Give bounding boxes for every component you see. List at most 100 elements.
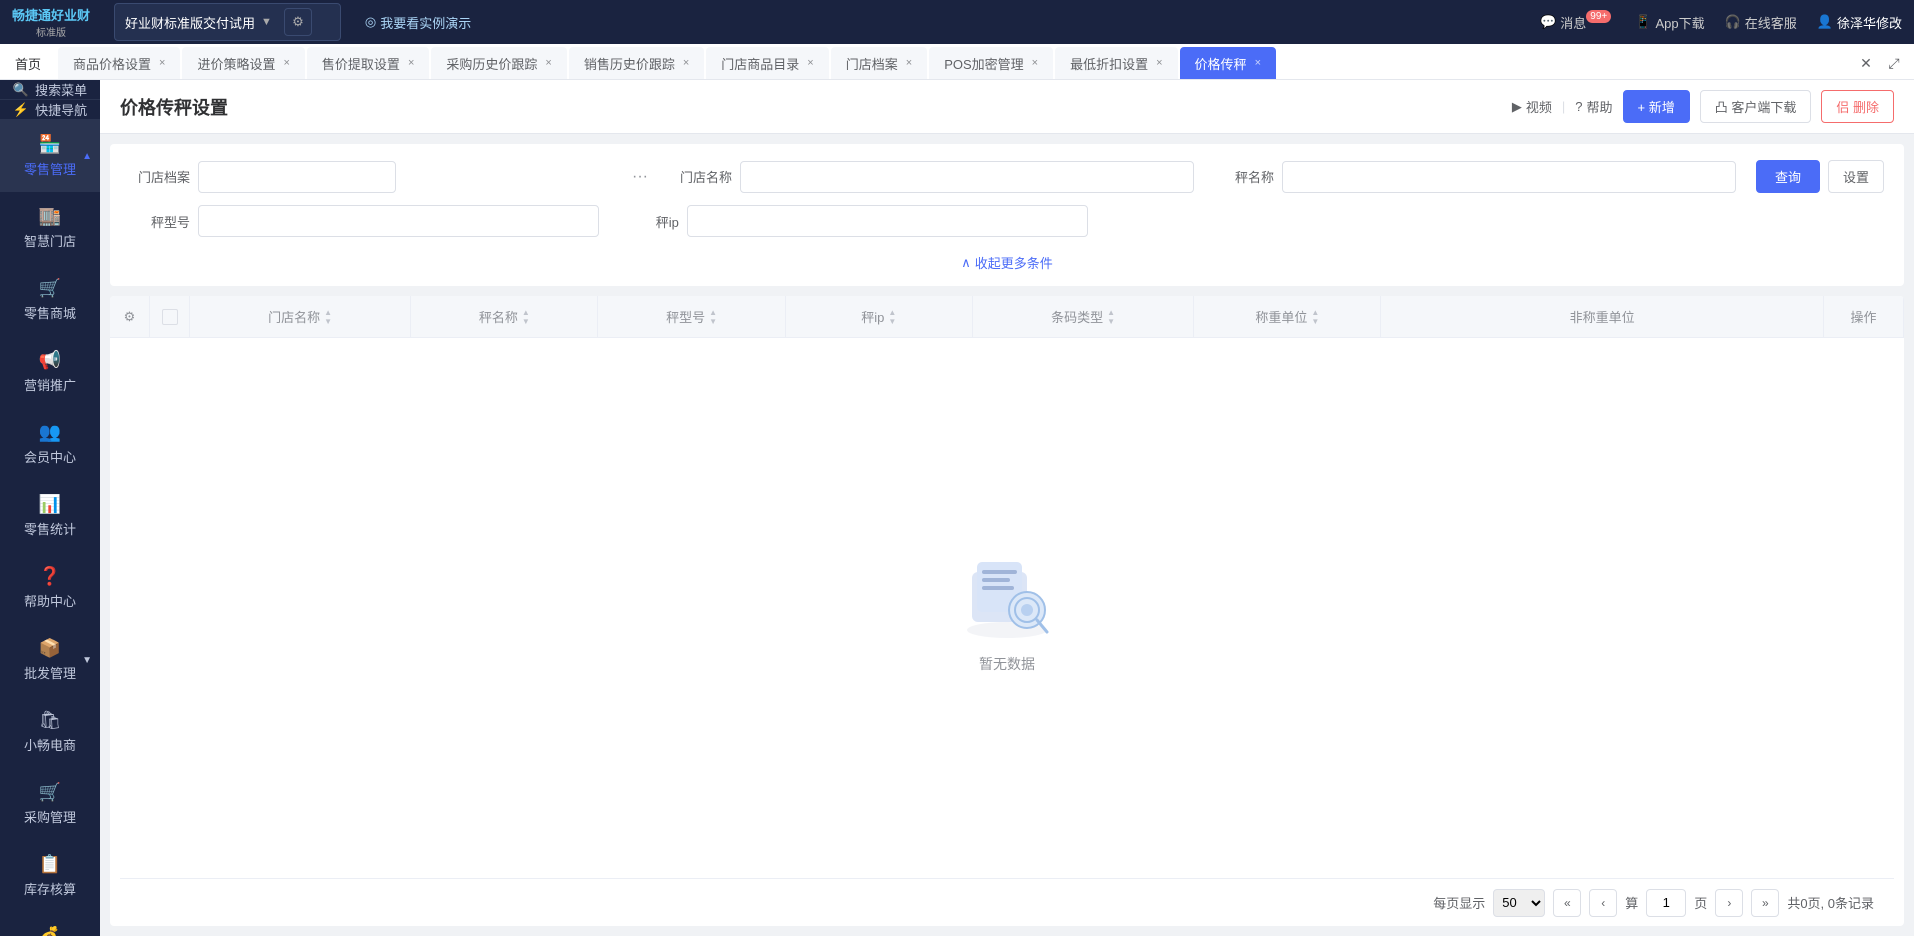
sidebar-item-smart-store[interactable]: 🏬 智慧门店	[0, 192, 100, 264]
ellipsis-button[interactable]: ···	[632, 168, 648, 186]
page-number-input[interactable]	[1646, 889, 1686, 917]
sidebar-item-label: 零售管理	[24, 159, 76, 178]
app-subtitle: 标准版	[36, 24, 66, 39]
sidebar-nav-label: 快捷导航	[35, 100, 87, 119]
th-weight-unit[interactable]: 称重单位 ▲▼	[1194, 296, 1381, 337]
tab-sale-price[interactable]: 售价提取设置 ×	[307, 47, 429, 79]
demo-link[interactable]: ◎ 我要看实例演示	[365, 13, 471, 32]
tab-close-icon[interactable]: ×	[906, 57, 912, 69]
version-label: 好业财标准版交付试用	[125, 13, 255, 32]
tab-close-icon[interactable]: ×	[408, 57, 414, 69]
finance-icon: 💰	[39, 926, 61, 936]
collapse-button[interactable]: ∧ 收起更多条件	[961, 253, 1053, 272]
per-page-select[interactable]: 50 10 20 100	[1493, 889, 1545, 917]
filter-store-file-input[interactable]	[198, 161, 396, 193]
tab-product-price[interactable]: 商品价格设置 ×	[58, 47, 180, 79]
tab-price-scale[interactable]: 价格传秤 ×	[1180, 47, 1276, 79]
tab-purchase-history[interactable]: 采购历史价跟踪 ×	[431, 47, 566, 79]
th-settings[interactable]: ⚙	[110, 296, 150, 337]
version-selector[interactable]: 好业财标准版交付试用 ▼ ⚙	[114, 3, 341, 41]
sidebar-item-label: 零售统计	[24, 519, 76, 538]
sidebar-item-label: 批发管理	[24, 663, 76, 682]
th-action-label: 操作	[1850, 307, 1876, 326]
add-button[interactable]: + 新增	[1623, 90, 1690, 123]
table-header: ⚙ 门店名称 ▲▼ 秤名称 ▲▼ 秤型号 ▲▼ 秤ip	[110, 296, 1904, 338]
gear-icon: ⚙	[292, 14, 304, 30]
tab-close-icon[interactable]: ×	[683, 57, 689, 69]
th-non-weight-unit: 非称重单位	[1381, 296, 1824, 337]
tab-close-icon[interactable]: ×	[1156, 57, 1162, 69]
download-button[interactable]: 凸 客户端下载	[1700, 90, 1812, 123]
sidebar-item-inventory[interactable]: 📋 库存核算	[0, 840, 100, 912]
tab-close-button[interactable]: ✕	[1854, 51, 1878, 75]
th-store-name[interactable]: 门店名称 ▲▼	[190, 296, 411, 337]
tab-min-discount[interactable]: 最低折扣设置 ×	[1055, 47, 1177, 79]
help-link[interactable]: ? 帮助	[1575, 97, 1612, 116]
sidebar-quick-nav[interactable]: ⚡ 快捷导航	[0, 100, 100, 120]
th-scale-ip[interactable]: 秤ip ▲▼	[786, 296, 973, 337]
sidebar-item-member-center[interactable]: 👥 会员中心	[0, 408, 100, 480]
th-scale-model[interactable]: 秤型号 ▲▼	[598, 296, 785, 337]
th-weight-unit-label: 称重单位	[1255, 307, 1307, 326]
first-page-button[interactable]: «	[1553, 889, 1581, 917]
next-page-button[interactable]: ›	[1715, 889, 1743, 917]
th-barcode-type[interactable]: 条码类型 ▲▼	[973, 296, 1194, 337]
sidebar-item-label: 小畅电商	[24, 735, 76, 754]
message-button[interactable]: 💬 消息 99+	[1540, 13, 1615, 32]
setting-button-label: 设置	[1843, 167, 1869, 186]
divider: |	[1562, 99, 1565, 114]
tab-sales-history[interactable]: 销售历史价跟踪 ×	[569, 47, 704, 79]
tab-pos-encrypt[interactable]: POS加密管理 ×	[929, 47, 1053, 79]
th-scale-name[interactable]: 秤名称 ▲▼	[411, 296, 598, 337]
filter-scale-name-input[interactable]	[1282, 161, 1736, 193]
tab-close-icon[interactable]: ×	[807, 57, 813, 69]
tab-close-icon[interactable]: ×	[159, 57, 165, 69]
tab-label: 售价提取设置	[322, 54, 400, 73]
sidebar-item-marketing[interactable]: 📢 营销推广	[0, 336, 100, 408]
sidebar-item-finance[interactable]: 💰 资金管理	[0, 912, 100, 936]
tab-home[interactable]: 首页	[0, 47, 56, 79]
sidebar-item-retail-stats[interactable]: 📊 零售统计	[0, 480, 100, 552]
tab-maximize-button[interactable]: ⤢	[1882, 51, 1906, 75]
online-service-button[interactable]: 🎧 在线客服	[1725, 13, 1797, 32]
delete-button[interactable]: 侣 删除	[1821, 90, 1894, 123]
message-label: 消息	[1560, 13, 1586, 32]
sidebar-item-purchase[interactable]: 🛒 采购管理	[0, 768, 100, 840]
query-button[interactable]: 查询	[1756, 160, 1820, 193]
app-download-button[interactable]: 📱 App下载	[1635, 13, 1704, 32]
sidebar-item-retail-management[interactable]: 🏪 零售管理 ▲	[0, 120, 100, 192]
user-menu-button[interactable]: 👤 徐泽华修改	[1817, 13, 1902, 32]
last-page-button[interactable]: »	[1751, 889, 1779, 917]
sidebar-item-wholesale[interactable]: 📦 批发管理 ▼	[0, 624, 100, 696]
tab-close-icon[interactable]: ×	[1032, 57, 1038, 69]
sidebar-item-retail-mall[interactable]: 🛒 零售商城	[0, 264, 100, 336]
settings-gear-button[interactable]: ⚙	[284, 8, 312, 36]
setting-button[interactable]: 设置	[1828, 160, 1884, 193]
filter-scale-model-input[interactable]	[198, 205, 599, 237]
th-scale-ip-label: 秤ip	[861, 307, 884, 326]
sidebar-item-help-center[interactable]: ❓ 帮助中心	[0, 552, 100, 624]
sidebar-item-ecommerce[interactable]: 🛍 小畅电商	[0, 696, 100, 768]
sidebar-search[interactable]: 🔍 搜索菜单	[0, 80, 100, 100]
app-logo: 畅捷通好业财 标准版	[12, 5, 90, 39]
filter-scale-ip: 秤ip	[619, 205, 1088, 237]
message-icon: 💬	[1540, 14, 1556, 30]
tab-store-file[interactable]: 门店档案 ×	[831, 47, 927, 79]
tab-purchase-strategy[interactable]: 进价策略设置 ×	[182, 47, 304, 79]
demo-icon: ◎	[365, 14, 376, 30]
video-help-link[interactable]: ▶ 视频	[1512, 97, 1552, 116]
tab-close-icon[interactable]: ×	[283, 57, 289, 69]
tab-label: 采购历史价跟踪	[446, 54, 537, 73]
tab-close-icon[interactable]: ×	[545, 57, 551, 69]
ecommerce-icon: 🛍	[39, 710, 62, 731]
prev-page-button[interactable]: ‹	[1589, 889, 1617, 917]
collapse-icon: ∧	[961, 255, 971, 271]
select-all-checkbox[interactable]	[162, 309, 178, 325]
filter-scale-ip-input[interactable]	[687, 205, 1088, 237]
filter-store-name-input[interactable]	[740, 161, 1194, 193]
sidebar-search-label: 搜索菜单	[35, 80, 87, 99]
th-scale-name-label: 秤名称	[479, 307, 518, 326]
tab-close-icon[interactable]: ×	[1255, 57, 1261, 69]
th-checkbox[interactable]	[150, 296, 190, 337]
tab-store-catalog[interactable]: 门店商品目录 ×	[706, 47, 828, 79]
